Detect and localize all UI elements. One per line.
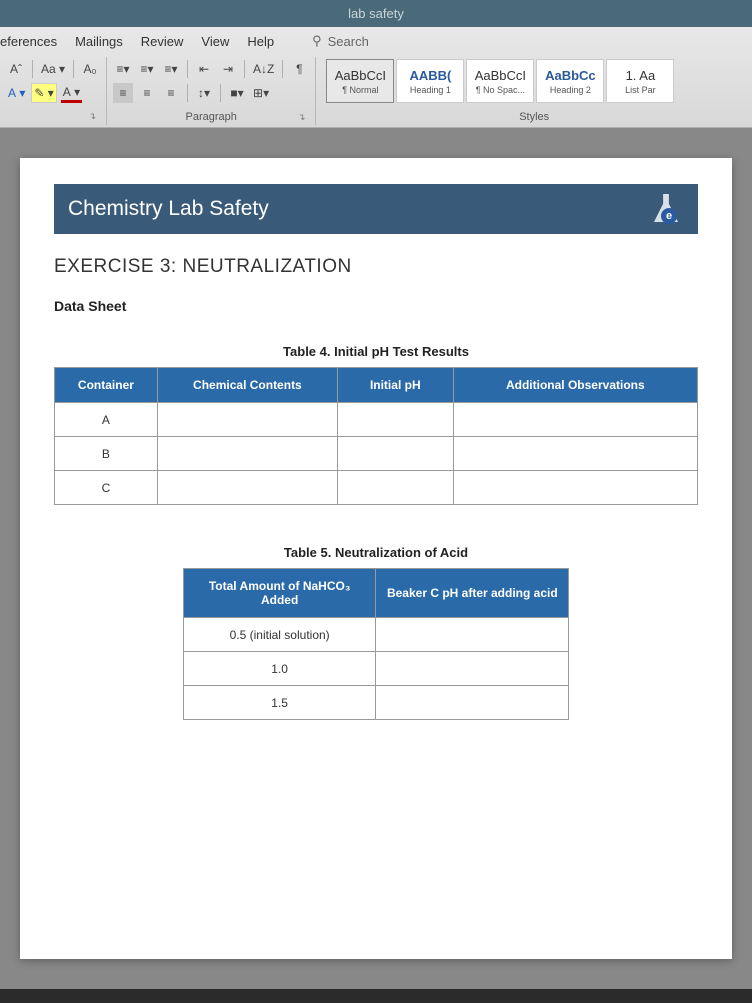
table4-header-ph: Initial pH <box>337 368 453 403</box>
search-icon: ⚲ <box>312 33 322 49</box>
show-marks-button[interactable]: ¶ <box>289 59 309 79</box>
ribbon-tabs: eferences Mailings Review View Help ⚲ Se… <box>0 27 752 53</box>
table-initial-ph[interactable]: Container Chemical Contents Initial pH A… <box>54 367 698 505</box>
multilevel-button[interactable]: ≡▾ <box>161 59 181 79</box>
sort-button[interactable]: A↓Z <box>251 59 276 79</box>
document-area[interactable]: Chemistry Lab Safety e EXERCISE 3: NEUTR… <box>0 128 752 989</box>
paragraph-dialog-launcher[interactable]: ↴ <box>298 112 310 123</box>
text-effects-button[interactable]: A ▾ <box>6 83 27 103</box>
style-no-spacing[interactable]: AaBbCcI ¶ No Spac... <box>466 59 534 103</box>
font-group: Aˆ Aa ▾ A₀ A ▾ ✎ ▾ A ▾ ↴ <box>0 57 107 125</box>
shading-button[interactable]: ■▾ <box>227 83 247 103</box>
style-heading-2[interactable]: AaBbCc Heading 2 <box>536 59 604 103</box>
table4-header-contents: Chemical Contents <box>157 368 337 403</box>
table5-header-ph: Beaker C pH after adding acid <box>376 569 569 618</box>
grow-font-button[interactable]: Aˆ <box>6 59 26 79</box>
styles-gallery: AaBbCcI ¶ Normal AABB( Heading 1 AaBbCcI… <box>322 57 746 105</box>
borders-button[interactable]: ⊞▾ <box>251 83 271 103</box>
table5-title: Table 5. Neutralization of Acid <box>54 545 698 560</box>
tab-help[interactable]: Help <box>247 34 274 49</box>
table-row[interactable]: B <box>55 437 698 471</box>
style-normal[interactable]: AaBbCcI ¶ Normal <box>326 59 394 103</box>
align-right-button[interactable]: ≡ <box>161 83 181 103</box>
tab-mailings[interactable]: Mailings <box>75 34 123 49</box>
table-row[interactable]: 1.0 <box>183 652 568 686</box>
clear-formatting-button[interactable]: A₀ <box>80 59 100 79</box>
datasheet-subheading: Data Sheet <box>54 298 698 314</box>
change-case-button[interactable]: Aa ▾ <box>39 59 67 79</box>
numbering-button[interactable]: ≡▾ <box>137 59 157 79</box>
bullets-button[interactable]: ≡▾ <box>113 59 133 79</box>
paragraph-group-label: Paragraph <box>186 105 237 125</box>
exercise-heading: EXERCISE 3: NEUTRALIZATION <box>54 256 698 278</box>
styles-group-label: Styles <box>322 105 746 125</box>
highlight-button[interactable]: ✎ ▾ <box>31 83 56 103</box>
style-heading-1[interactable]: AABB( Heading 1 <box>396 59 464 103</box>
paragraph-group: ≡▾ ≡▾ ≡▾ ⇤ ⇥ A↓Z ¶ ≡ ≡ ≡ ↕▾ ■▾ ⊞▾ <box>107 57 316 125</box>
tab-review[interactable]: Review <box>141 34 184 49</box>
font-color-button[interactable]: A ▾ <box>61 83 82 103</box>
table4-header-container: Container <box>55 368 158 403</box>
table4-title: Table 4. Initial pH Test Results <box>54 344 698 359</box>
title-bar: lab safety <box>0 0 752 27</box>
document-page[interactable]: Chemistry Lab Safety e EXERCISE 3: NEUTR… <box>20 158 732 959</box>
tab-view[interactable]: View <box>201 34 229 49</box>
decrease-indent-button[interactable]: ⇤ <box>194 59 214 79</box>
flask-icon: e <box>654 194 684 224</box>
tab-references[interactable]: eferences <box>0 34 57 49</box>
table4-header-obs: Additional Observations <box>453 368 697 403</box>
table-row[interactable]: 0.5 (initial solution) <box>183 618 568 652</box>
align-left-button[interactable]: ≡ <box>113 83 133 103</box>
table5-header-amount: Total Amount of NaHCO₃ Added <box>183 569 376 618</box>
increase-indent-button[interactable]: ⇥ <box>218 59 238 79</box>
font-dialog-launcher[interactable]: ↴ <box>6 105 100 124</box>
line-spacing-button[interactable]: ↕▾ <box>194 83 214 103</box>
table-row[interactable]: 1.5 <box>183 686 568 720</box>
table-row[interactable]: C <box>55 471 698 505</box>
search-placeholder: Search <box>328 34 369 49</box>
table-row[interactable]: A <box>55 403 698 437</box>
ribbon: eferences Mailings Review View Help ⚲ Se… <box>0 27 752 128</box>
style-list-para[interactable]: 1. Aa List Par <box>606 59 674 103</box>
banner-title: Chemistry Lab Safety <box>68 197 269 221</box>
align-center-button[interactable]: ≡ <box>137 83 157 103</box>
styles-group: AaBbCcI ¶ Normal AABB( Heading 1 AaBbCcI… <box>316 57 752 125</box>
search-box[interactable]: ⚲ Search <box>312 33 369 49</box>
document-banner: Chemistry Lab Safety e <box>54 184 698 234</box>
table-neutralization[interactable]: Total Amount of NaHCO₃ Added Beaker C pH… <box>183 568 569 720</box>
